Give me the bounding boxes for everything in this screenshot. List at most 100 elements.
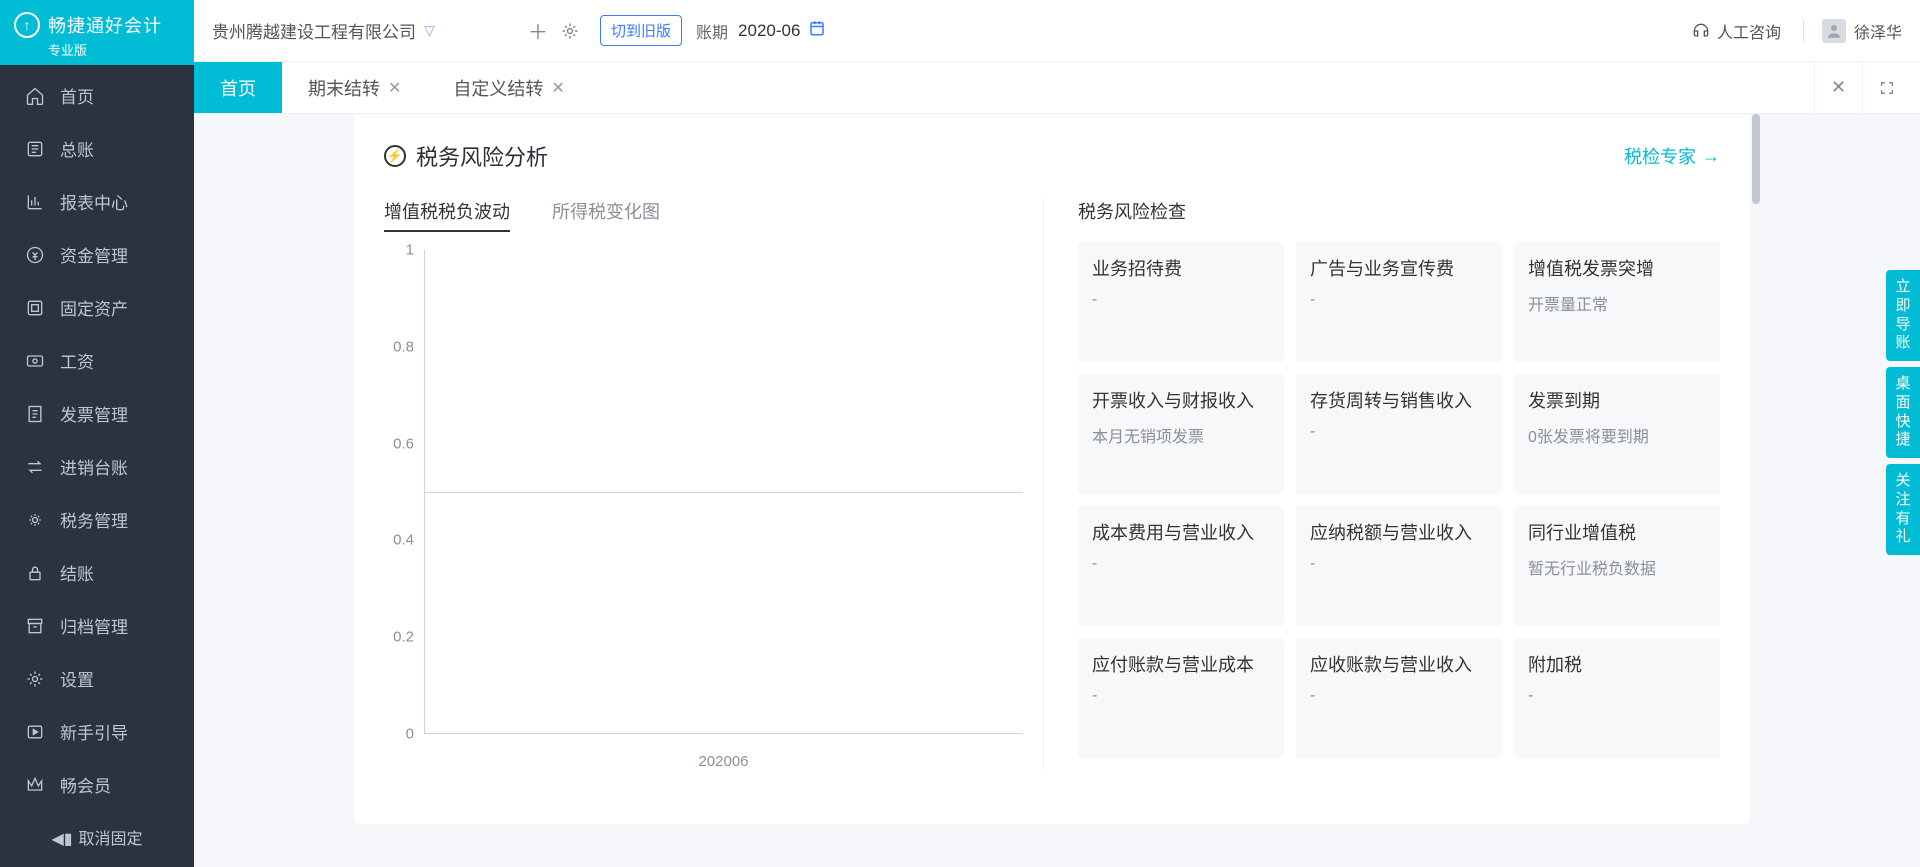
risk-card-value: - bbox=[1310, 423, 1488, 441]
risk-card[interactable]: 增值税发票突增开票量正常 bbox=[1514, 242, 1720, 362]
sidebar-item-invoice[interactable]: 发票管理 bbox=[0, 387, 194, 440]
period-value: 2020-06 bbox=[738, 21, 800, 41]
panel-title: 税务风险分析 bbox=[416, 140, 1624, 172]
sidebar-item-label: 发票管理 bbox=[60, 401, 128, 426]
mini-tab-vat[interactable]: 增值税税负波动 bbox=[384, 198, 510, 232]
sidebar-item-close[interactable]: 结账 bbox=[0, 546, 194, 599]
sidebar-item-label: 进销台账 bbox=[60, 454, 128, 479]
vip-icon bbox=[24, 775, 46, 795]
sticky-import[interactable]: 立即导账 bbox=[1886, 270, 1920, 361]
sticky-desktop[interactable]: 桌面快捷 bbox=[1886, 367, 1920, 458]
home-icon bbox=[24, 86, 46, 106]
tab-home[interactable]: 首页 bbox=[194, 62, 282, 113]
close-icon[interactable]: ✕ bbox=[551, 78, 564, 98]
support-link[interactable]: 人工咨询 bbox=[1691, 19, 1781, 43]
main: 贵州腾越建设工程有限公司 ▽ ＋ 切到旧版 账期 2020-06 人工咨询 徐泽… bbox=[194, 0, 1920, 867]
sidebar-menu: 首页 总账 报表中心 资金管理 固定资产 工资 发票管理 进销台账 bbox=[0, 65, 194, 811]
risk-title: 税务风险检查 bbox=[1078, 198, 1720, 224]
sidebar-footer-label: 取消固定 bbox=[79, 831, 143, 848]
risk-card-value: - bbox=[1310, 555, 1488, 573]
sidebar-item-label: 资金管理 bbox=[60, 242, 128, 267]
risk-card[interactable]: 应纳税额与营业收入 - bbox=[1296, 506, 1502, 626]
avatar-icon bbox=[1822, 19, 1846, 43]
sidebar-item-purchase-sale[interactable]: 进销台账 bbox=[0, 440, 194, 493]
scrollbar[interactable] bbox=[1752, 114, 1760, 867]
add-button[interactable]: ＋ bbox=[522, 15, 554, 47]
sidebar-unpin[interactable]: ◀▮取消固定 bbox=[0, 811, 194, 867]
bolt-icon: ⚡ bbox=[384, 145, 406, 167]
sidebar-item-label: 首页 bbox=[60, 83, 94, 108]
sidebar-item-label: 报表中心 bbox=[60, 189, 128, 214]
vat-chart: 1 0.8 0.6 0.4 0.2 0 202006 bbox=[384, 250, 1023, 770]
close-all-tabs[interactable]: ✕ bbox=[1814, 62, 1862, 114]
sidebar-item-guide[interactable]: 新手引导 bbox=[0, 705, 194, 758]
sticky-follow[interactable]: 关注有礼 bbox=[1886, 464, 1920, 555]
sidebar-item-tax[interactable]: 税务管理 bbox=[0, 493, 194, 546]
sidebar-item-settings[interactable]: 设置 bbox=[0, 652, 194, 705]
risk-card-value: - bbox=[1092, 555, 1270, 573]
sidebar-item-funds[interactable]: 资金管理 bbox=[0, 228, 194, 281]
y-tick: 0 bbox=[406, 726, 414, 743]
risk-card-value: - bbox=[1310, 687, 1488, 705]
sidebar-item-archive[interactable]: 归档管理 bbox=[0, 599, 194, 652]
tabbar: 首页 期末结转 ✕ 自定义结转 ✕ ✕ bbox=[194, 62, 1920, 114]
sidebar-item-salary[interactable]: 工资 bbox=[0, 334, 194, 387]
arrow-right-icon: → bbox=[1702, 146, 1720, 167]
risk-card[interactable]: 应付账款与营业成本- bbox=[1078, 638, 1284, 758]
tab-label: 首页 bbox=[220, 75, 256, 101]
tax-icon bbox=[24, 510, 46, 530]
tax-expert-link[interactable]: 税检专家 → bbox=[1624, 143, 1720, 169]
risk-card[interactable]: 开票收入与财报收入本月无销项发票 bbox=[1078, 374, 1284, 494]
settings-button[interactable] bbox=[554, 15, 586, 47]
sidebar: ↑ 畅捷通好会计 专业版 首页 总账 报表中心 资金管理 固定资产 工资 bbox=[0, 0, 194, 867]
risk-card[interactable]: 成本费用与营业收入 - bbox=[1078, 506, 1284, 626]
sidebar-item-vip[interactable]: 畅会员 bbox=[0, 758, 194, 811]
risk-card[interactable]: 发票到期0张发票将要到期 bbox=[1514, 374, 1720, 494]
risk-card[interactable]: 业务招待费- bbox=[1078, 242, 1284, 362]
scrollbar-thumb[interactable] bbox=[1752, 114, 1760, 204]
tab-period-close[interactable]: 期末结转 ✕ bbox=[282, 62, 427, 113]
risk-card-title: 应收账款与营业收入 bbox=[1310, 654, 1488, 677]
risk-card[interactable]: 附加税- bbox=[1514, 638, 1720, 758]
tab-label: 自定义结转 bbox=[453, 75, 543, 101]
risk-card[interactable]: 同行业增值税暂无行业税负数据 bbox=[1514, 506, 1720, 626]
grid-line bbox=[425, 492, 1023, 493]
period-label: 账期 bbox=[696, 19, 728, 43]
old-version-button[interactable]: 切到旧版 bbox=[600, 15, 682, 46]
sidebar-item-ledger[interactable]: 总账 bbox=[0, 122, 194, 175]
user-name: 徐泽华 bbox=[1854, 19, 1902, 43]
gear-icon bbox=[24, 669, 46, 689]
risk-card-title: 同行业增值税 bbox=[1528, 522, 1706, 545]
mini-tab-income-tax[interactable]: 所得税变化图 bbox=[552, 198, 660, 232]
risk-check-area: 税务风险检查 业务招待费-广告与业务宣传费-增值税发票突增开票量正常开票收入与财… bbox=[1044, 198, 1720, 770]
sidebar-item-label: 新手引导 bbox=[60, 719, 128, 744]
x-tick: 202006 bbox=[424, 753, 1023, 770]
sidebar-item-home[interactable]: 首页 bbox=[0, 69, 194, 122]
y-tick: 0.2 bbox=[393, 629, 414, 646]
risk-card-title: 业务招待费 bbox=[1092, 258, 1270, 281]
company-name: 贵州腾越建设工程有限公司 bbox=[212, 18, 416, 43]
risk-card-title: 成本费用与营业收入 bbox=[1092, 522, 1270, 545]
risk-card-value: - bbox=[1092, 687, 1270, 705]
risk-card[interactable]: 应收账款与营业收入 - bbox=[1296, 638, 1502, 758]
risk-card-title: 附加税 bbox=[1528, 654, 1706, 677]
fullscreen-button[interactable] bbox=[1862, 62, 1910, 114]
user-menu[interactable]: 徐泽华 bbox=[1822, 19, 1902, 43]
tab-custom-close[interactable]: 自定义结转 ✕ bbox=[427, 62, 590, 113]
risk-card[interactable]: 广告与业务宣传费- bbox=[1296, 242, 1502, 362]
y-tick: 0.4 bbox=[393, 532, 414, 549]
sidebar-item-assets[interactable]: 固定资产 bbox=[0, 281, 194, 334]
company-selector[interactable]: 贵州腾越建设工程有限公司 ▽ bbox=[212, 18, 522, 43]
close-icon[interactable]: ✕ bbox=[388, 78, 401, 98]
risk-card-title: 应纳税额与营业收入 bbox=[1310, 522, 1488, 545]
risk-card-title: 开票收入与财报收入 bbox=[1092, 390, 1270, 413]
brand-main: 畅捷通好会计 bbox=[48, 12, 162, 38]
y-tick: 0.8 bbox=[393, 338, 414, 355]
tab-label: 期末结转 bbox=[308, 75, 380, 101]
risk-card[interactable]: 存货周转与销售收入- bbox=[1296, 374, 1502, 494]
lock-icon bbox=[24, 563, 46, 583]
calendar-icon[interactable] bbox=[808, 19, 826, 42]
sidebar-item-reports[interactable]: 报表中心 bbox=[0, 175, 194, 228]
sidebar-item-label: 税务管理 bbox=[60, 507, 128, 532]
tax-risk-panel: ⚡ 税务风险分析 税检专家 → 增值税税负波动 所得税变化图 bbox=[354, 114, 1750, 824]
